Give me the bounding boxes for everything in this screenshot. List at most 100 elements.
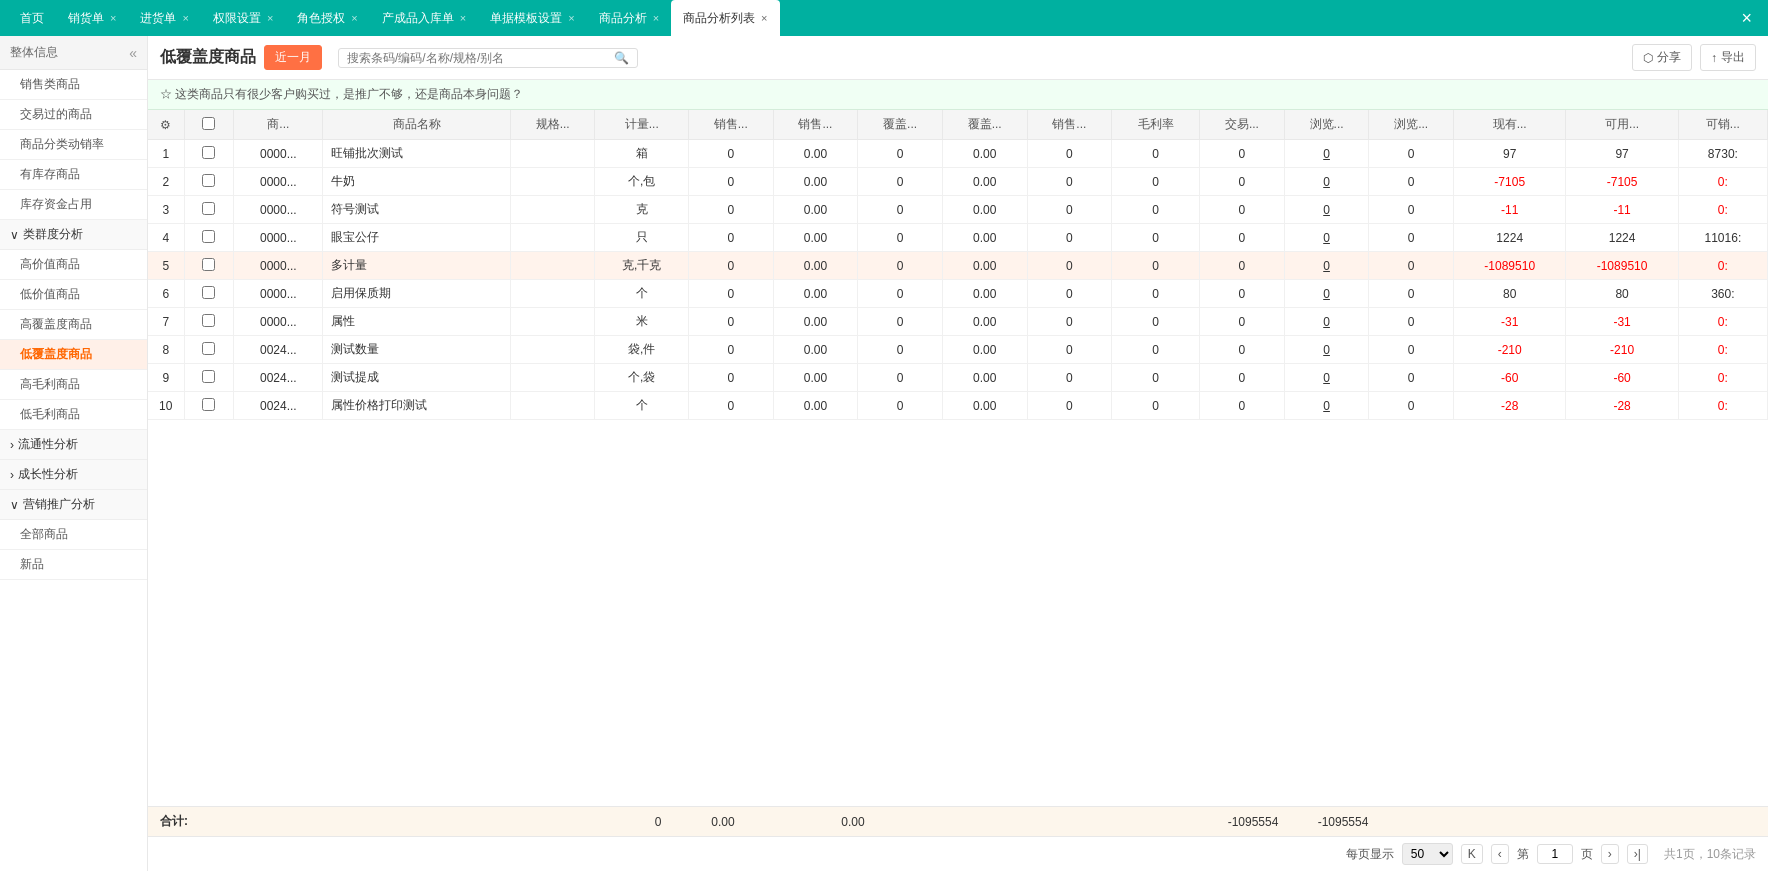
row-num: 1 [148, 140, 184, 168]
sidebar-item-high-coverage[interactable]: 高覆盖度商品 [0, 310, 147, 340]
th-cover1[interactable]: 覆盖... [858, 110, 943, 140]
sidebar-section-marketing-analysis[interactable]: ∨ 营销推广分析 [0, 490, 147, 520]
row-checkbox[interactable] [184, 224, 234, 252]
table-header-row: ⚙ 商... 商品名称 规格... 计量... 销售... 销售... 覆盖..… [148, 110, 1768, 140]
close-icon[interactable]: × [460, 12, 466, 24]
row-browse1[interactable]: 0 [1284, 252, 1369, 280]
row-stock-now: 97 [1454, 140, 1566, 168]
th-trade[interactable]: 交易... [1200, 110, 1285, 140]
export-button[interactable]: ↑ 导出 [1700, 44, 1756, 71]
nav-template[interactable]: 单据模板设置 × [478, 0, 586, 36]
row-cover2: 0.00 [942, 252, 1027, 280]
th-name[interactable]: 商品名称 [323, 110, 510, 140]
close-icon[interactable]: × [761, 12, 767, 24]
row-browse1[interactable]: 0 [1284, 168, 1369, 196]
row-checkbox[interactable] [184, 308, 234, 336]
sidebar-item-category-rate[interactable]: 商品分类动销率 [0, 130, 147, 160]
footer-total-label: 合计: [160, 813, 188, 830]
close-icon[interactable]: × [653, 12, 659, 24]
row-sales-qty: 0 [688, 336, 773, 364]
row-browse1[interactable]: 0 [1284, 196, 1369, 224]
row-checkbox[interactable] [184, 168, 234, 196]
sidebar-item-traded-goods[interactable]: 交易过的商品 [0, 100, 147, 130]
sidebar-section-group-analysis[interactable]: ∨ 类群度分析 [0, 220, 147, 250]
th-sales3[interactable]: 销售... [1027, 110, 1112, 140]
th-stock-use[interactable]: 可用... [1566, 110, 1678, 140]
th-stock-sell[interactable]: 可销... [1678, 110, 1767, 140]
nav-home[interactable]: 首页 [8, 0, 56, 36]
close-icon[interactable]: × [182, 12, 188, 24]
last-page-button[interactable]: ›| [1627, 844, 1648, 864]
row-checkbox[interactable] [184, 336, 234, 364]
row-stock-use: 97 [1566, 140, 1678, 168]
close-icon[interactable]: × [568, 12, 574, 24]
close-icon[interactable]: × [351, 12, 357, 24]
sidebar-item-all-goods[interactable]: 全部商品 [0, 520, 147, 550]
row-checkbox[interactable] [184, 364, 234, 392]
sidebar-item-low-margin[interactable]: 低毛利商品 [0, 400, 147, 430]
sidebar-item-low-value[interactable]: 低价值商品 [0, 280, 147, 310]
close-icon[interactable]: × [110, 12, 116, 24]
sidebar-item-new-goods[interactable]: 新品 [0, 550, 147, 580]
row-code: 0000... [234, 196, 323, 224]
th-spec[interactable]: 规格... [510, 110, 595, 140]
sidebar-item-high-margin[interactable]: 高毛利商品 [0, 370, 147, 400]
sidebar-section-growth-analysis[interactable]: › 成长性分析 [0, 460, 147, 490]
row-name: 属性 [323, 308, 510, 336]
row-checkbox[interactable] [184, 252, 234, 280]
th-sales-amt[interactable]: 销售... [773, 110, 858, 140]
nav-product-analysis-list[interactable]: 商品分析列表 × [671, 0, 779, 36]
share-button[interactable]: ⬡ 分享 [1632, 44, 1692, 71]
row-spec [510, 224, 595, 252]
row-sales-amt: 0.00 [773, 336, 858, 364]
page-size-select[interactable]: 50 100 200 [1402, 843, 1453, 865]
row-cover1: 0 [858, 392, 943, 420]
nav-permission[interactable]: 权限设置 × [201, 0, 285, 36]
row-checkbox[interactable] [184, 392, 234, 420]
th-browse2[interactable]: 浏览... [1369, 110, 1454, 140]
nav-purchase[interactable]: 进货单 × [128, 0, 200, 36]
page-number-input[interactable] [1537, 844, 1573, 864]
next-page-button[interactable]: › [1601, 844, 1619, 864]
th-unit[interactable]: 计量... [595, 110, 688, 140]
sidebar-section-flow-analysis[interactable]: › 流通性分析 [0, 430, 147, 460]
row-cover1: 0 [858, 308, 943, 336]
row-browse1[interactable]: 0 [1284, 308, 1369, 336]
prev-page-button[interactable]: ‹ [1491, 844, 1509, 864]
nav-sales-order[interactable]: 销货单 × [56, 0, 128, 36]
nav-product-analysis[interactable]: 商品分析 × [587, 0, 671, 36]
search-box: 🔍 [338, 48, 638, 68]
filter-recent-month-button[interactable]: 近一月 [264, 45, 322, 70]
th-browse1[interactable]: 浏览... [1284, 110, 1369, 140]
row-checkbox[interactable] [184, 140, 234, 168]
sidebar-item-sales-goods[interactable]: 销售类商品 [0, 70, 147, 100]
sidebar-item-in-stock[interactable]: 有库存商品 [0, 160, 147, 190]
sidebar-collapse-button[interactable]: « [129, 45, 137, 61]
th-code[interactable]: 商... [234, 110, 323, 140]
row-browse1[interactable]: 0 [1284, 140, 1369, 168]
close-icon[interactable]: × [267, 12, 273, 24]
th-stock-now[interactable]: 现有... [1454, 110, 1566, 140]
th-settings[interactable]: ⚙ [148, 110, 184, 140]
first-page-button[interactable]: K [1461, 844, 1483, 864]
row-checkbox[interactable] [184, 280, 234, 308]
sidebar-item-high-value[interactable]: 高价值商品 [0, 250, 147, 280]
search-input[interactable] [347, 51, 610, 65]
sidebar-item-low-coverage[interactable]: 低覆盖度商品 [0, 340, 147, 370]
row-checkbox[interactable] [184, 196, 234, 224]
sidebar-item-stock-fund[interactable]: 库存资金占用 [0, 190, 147, 220]
row-browse1[interactable]: 0 [1284, 364, 1369, 392]
nav-product-instock[interactable]: 产成品入库单 × [370, 0, 478, 36]
th-checkbox[interactable] [184, 110, 234, 140]
select-all-checkbox[interactable] [202, 117, 215, 130]
row-browse1[interactable]: 0 [1284, 280, 1369, 308]
nav-role[interactable]: 角色授权 × [285, 0, 369, 36]
window-close-button[interactable]: × [1733, 8, 1760, 29]
th-cover2[interactable]: 覆盖... [942, 110, 1027, 140]
row-browse1[interactable]: 0 [1284, 224, 1369, 252]
th-gross-rate[interactable]: 毛利率 [1112, 110, 1200, 140]
th-sales-qty[interactable]: 销售... [688, 110, 773, 140]
row-browse1[interactable]: 0 [1284, 336, 1369, 364]
row-stock-use: 1224 [1566, 224, 1678, 252]
row-browse1[interactable]: 0 [1284, 392, 1369, 420]
